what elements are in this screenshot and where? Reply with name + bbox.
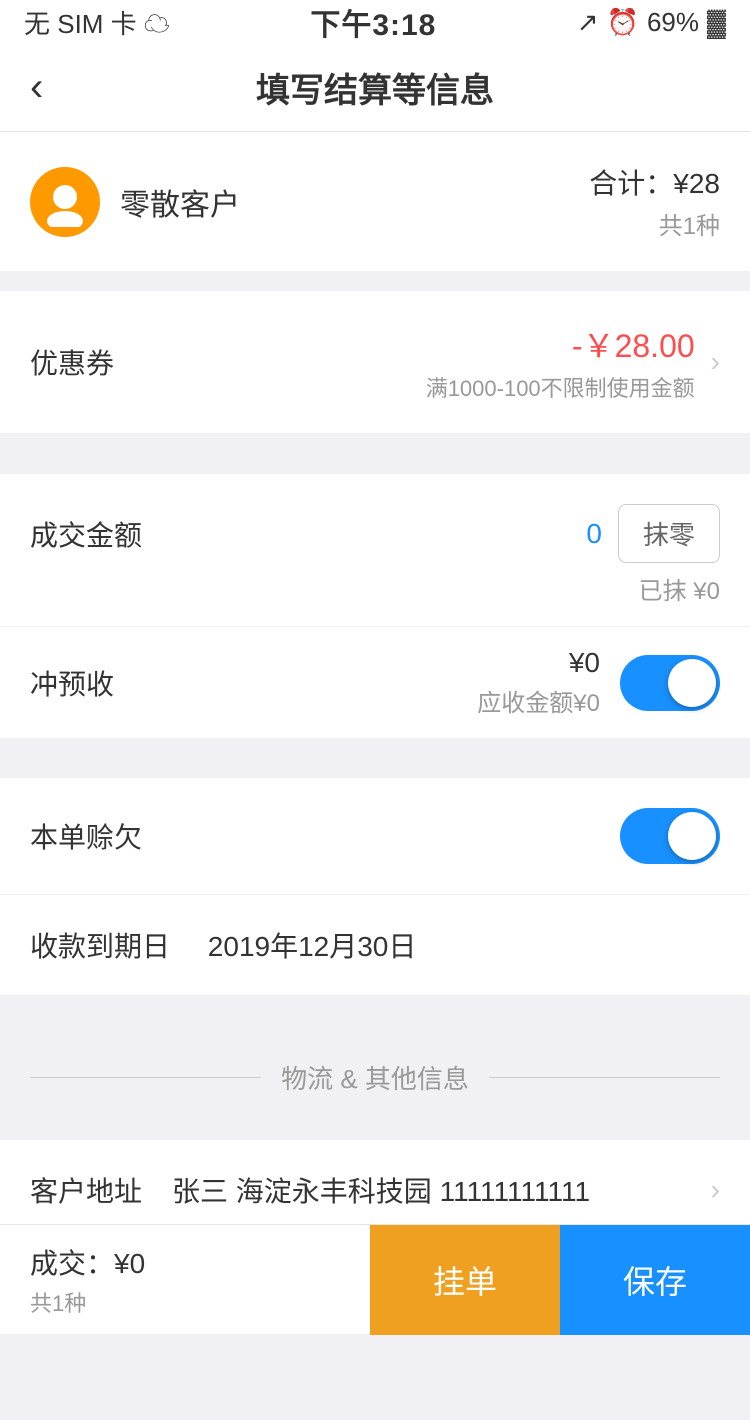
customer-right: 合计：¥28 共1种 [589,162,720,241]
avatar [30,167,100,237]
address-value: 张三 海淀永丰科技园 11111111111 [172,1170,695,1210]
deal-amount-right: 0 抹零 [586,504,720,563]
nav-bar: ‹ 填写结算等信息 [0,44,750,132]
alarm-icon: ⏰ [607,7,639,38]
address-chevron-icon: › [711,1174,720,1206]
coupon-desc: 满1000-100不限制使用金额 [426,371,695,403]
divider-4 [0,1120,750,1140]
bottom-deal-amount: ¥0 [114,1248,145,1279]
coupon-discount: -￥28.00 [426,321,695,367]
deal-row-top: 成交金额 0 抹零 [30,504,720,563]
coupon-label: 优惠券 [30,342,114,382]
prepay-toggle[interactable] [620,655,720,711]
deal-amount-value[interactable]: 0 [586,518,602,550]
location-icon: ↗ [577,7,599,38]
deal-section: 成交金额 0 抹零 已抹 ¥0 冲预收 ¥0 应收金额¥0 [0,474,750,738]
coupon-chevron-icon: › [711,346,720,378]
divider-2 [0,758,750,778]
prepay-amount: ¥0 [477,647,600,679]
customer-left: 零散客户 [30,167,240,237]
status-left: 无 SIM 卡 ☁ [24,4,170,41]
status-bar: 无 SIM 卡 ☁ 下午3:18 ↗ ⏰ 69% ▓ [0,0,750,44]
customer-row: 零散客户 合计：¥28 共1种 [0,132,750,271]
customer-count: 共1种 [589,206,720,241]
header-line-right [489,1077,720,1078]
prepay-right: ¥0 应收金额¥0 [477,647,720,718]
due-date-label: 收款到期日 [30,931,170,962]
deal-amount-label: 成交金额 [30,514,142,554]
back-button[interactable]: ‹ [30,65,43,110]
header-line-left [30,1077,261,1078]
prepay-row: 冲预收 ¥0 应收金额¥0 [0,627,750,738]
customer-name: 零散客户 [120,180,240,224]
coupon-row[interactable]: 优惠券 -￥28.00 满1000-100不限制使用金额 › [0,291,750,434]
debt-section: 本单赊欠 收款到期日 2019年12月30日 [0,778,750,995]
address-label: 客户地址 [30,1170,142,1210]
bottom-bar: 成交：¥0 共1种 挂单 保存 [0,1224,750,1334]
customer-section: 零散客户 合计：¥28 共1种 [0,132,750,271]
logistics-section-header: 物流 & 其他信息 [0,1035,750,1120]
debt-toggle[interactable] [620,808,720,864]
battery-text: 69% [647,7,699,38]
battery-icon: ▓ [707,7,726,38]
bottom-deal-label: 成交： [30,1248,114,1279]
coupon-right: -￥28.00 满1000-100不限制使用金额 › [426,321,720,403]
logistics-label: 物流 & 其他信息 [281,1059,469,1096]
prepay-label: 冲预收 [30,663,114,703]
no-sim-text: 无 SIM 卡 ☁ [24,4,170,41]
coupon-section[interactable]: 优惠券 -￥28.00 满1000-100不限制使用金额 › [0,291,750,434]
customer-total: 合计：¥28 [589,162,720,202]
debt-row: 本单赊欠 [0,778,750,895]
debt-toggle-knob [668,812,716,860]
status-time: 下午3:18 [310,0,436,44]
round-off-button[interactable]: 抹零 [618,504,720,563]
prepay-amounts: ¥0 应收金额¥0 [477,647,600,718]
prepay-receivable: 应收金额¥0 [477,683,600,718]
save-button[interactable]: 保存 [560,1225,750,1335]
deal-amount-row: 成交金额 0 抹零 已抹 ¥0 [0,474,750,627]
deal-deducted: 已抹 ¥0 [30,571,720,616]
page-title: 填写结算等信息 [256,63,494,112]
bottom-count: 共1种 [30,1286,340,1318]
due-date-value: 2019年12月30日 [208,931,417,962]
due-date-row[interactable]: 收款到期日 2019年12月30日 [0,895,750,995]
debt-label: 本单赊欠 [30,816,142,856]
status-right: ↗ ⏰ 69% ▓ [577,7,726,38]
divider-1 [0,454,750,474]
bottom-deal-text: 成交：¥0 [30,1242,340,1282]
divider-3 [0,1015,750,1035]
toggle-knob [668,659,716,707]
bottom-summary: 成交：¥0 共1种 [0,1242,370,1318]
pending-button[interactable]: 挂单 [370,1225,560,1335]
